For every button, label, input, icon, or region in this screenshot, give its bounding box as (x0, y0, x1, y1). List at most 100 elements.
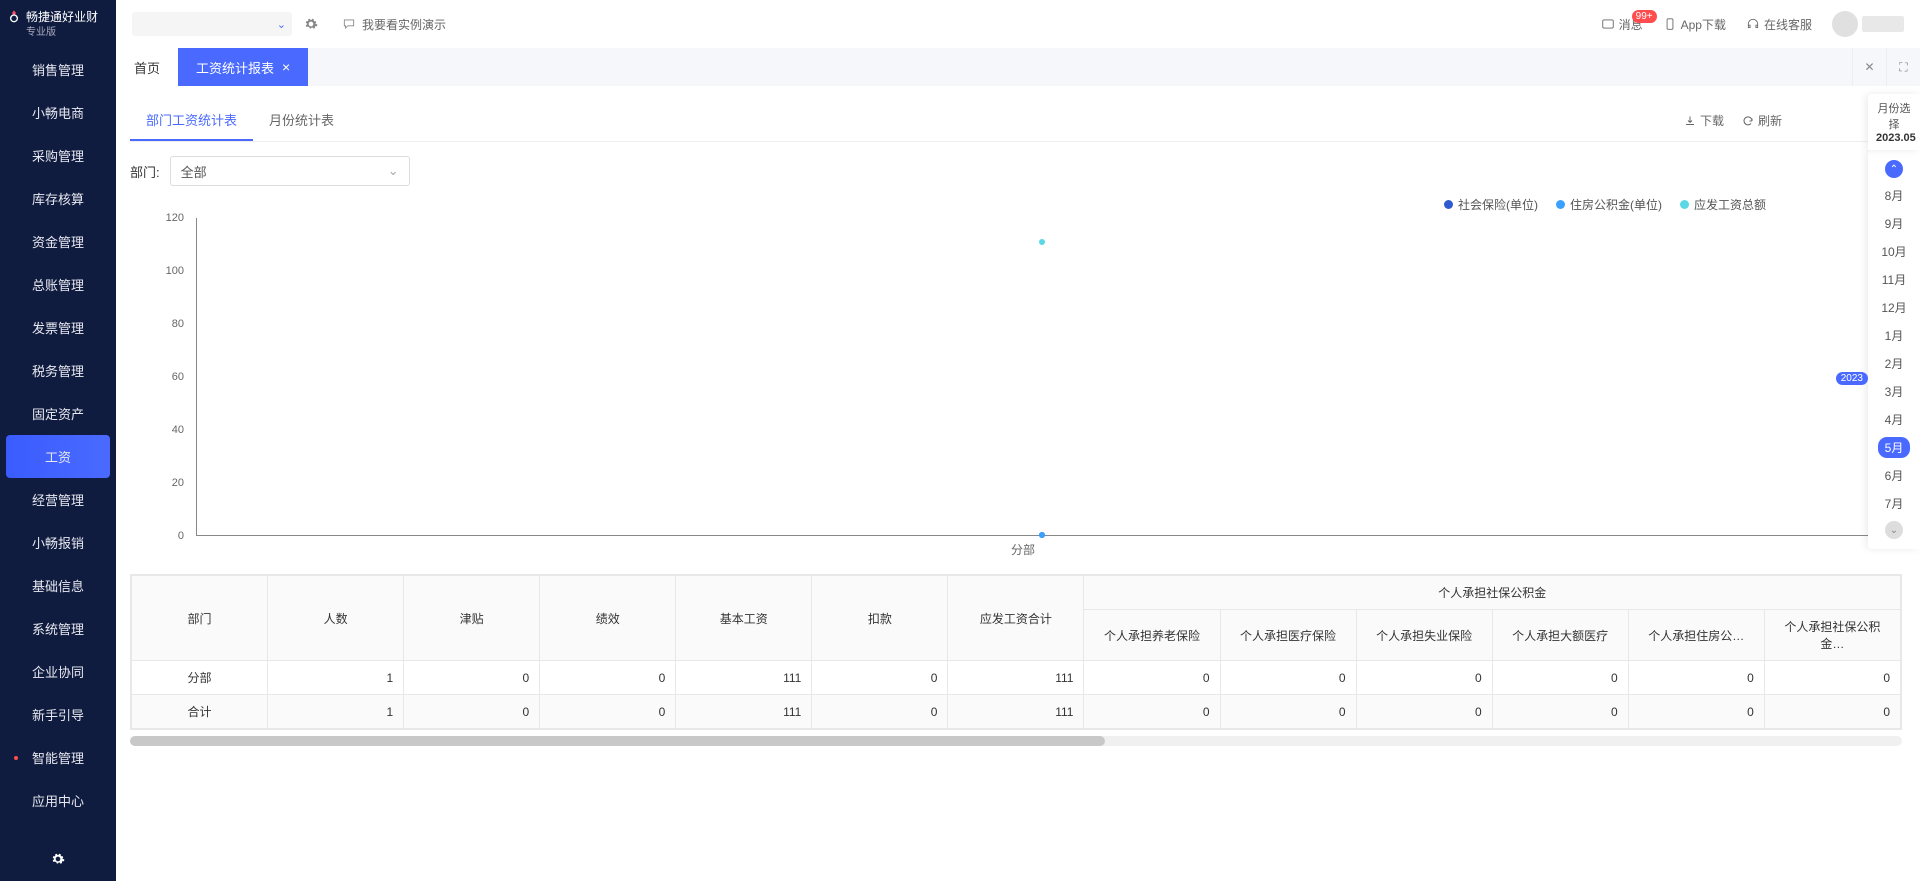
sidebar-item-17[interactable]: 应用中心 (0, 779, 116, 822)
sidebar-item-15[interactable]: 新手引导 (0, 693, 116, 736)
month-item[interactable]: 5月 (1878, 437, 1910, 458)
download-button[interactable]: 下载 (1684, 112, 1724, 129)
legend-item[interactable]: 住房公积金(单位) (1556, 196, 1662, 213)
table-cell: 0 (1492, 695, 1628, 729)
sidebar-item-11[interactable]: 小畅报销 (0, 521, 116, 564)
month-item[interactable]: 1月 (1878, 325, 1910, 346)
subtab-month[interactable]: 月份统计表 (253, 100, 350, 141)
legend-label: 住房公积金(单位) (1570, 196, 1662, 213)
table-header: 部门 (132, 576, 268, 661)
headset-icon (1746, 17, 1760, 31)
sidebar-item-label: 小畅报销 (32, 536, 84, 551)
salary-table: 部门人数津贴绩效基本工资扣款应发工资合计个人承担社保公积金个人承担养老保险个人承… (131, 575, 1901, 729)
sidebar-item-2[interactable]: 采购管理 (0, 134, 116, 177)
table-row: 分部1001110111000000 (132, 661, 1901, 695)
refresh-label: 刷新 (1758, 112, 1782, 129)
month-item[interactable]: 10月 (1878, 241, 1910, 262)
sidebar-item-10[interactable]: 经营管理 (0, 478, 116, 521)
tab-close-all[interactable]: ✕ (1852, 48, 1886, 86)
month-picker: ⌃ 8月 9月 10月 11月 12月 1月 2月 3月 4月 5月 6月 7月 ⌄ (1868, 150, 1920, 549)
table-wrap[interactable]: 部门人数津贴绩效基本工资扣款应发工资合计个人承担社保公积金个人承担养老保险个人承… (130, 574, 1902, 730)
scrollbar-thumb[interactable] (130, 736, 1105, 746)
table-cell: 0 (1764, 661, 1900, 695)
legend-item[interactable]: 社会保险(单位) (1444, 196, 1538, 213)
y-tick: 20 (156, 477, 184, 489)
app-download-button[interactable]: App下载 (1663, 16, 1726, 33)
chart-xlabel: 分部 (1011, 541, 1035, 558)
sidebar-item-6[interactable]: 发票管理 (0, 306, 116, 349)
topbar-settings[interactable] (304, 17, 318, 31)
dept-select[interactable]: 全部 ⌄ (170, 156, 410, 186)
tab-fullscreen[interactable]: ⛶ (1886, 48, 1920, 86)
subtab-dept[interactable]: 部门工资统计表 (130, 100, 253, 141)
sidebar-item-5[interactable]: 总账管理 (0, 263, 116, 306)
brand-logo-icon (6, 9, 22, 25)
table-cell: 111 (948, 661, 1084, 695)
chat-icon (342, 17, 356, 31)
sidebar-item-label: 固定资产 (32, 407, 84, 422)
tab-home[interactable]: 首页 (116, 48, 178, 86)
y-tick: 0 (156, 530, 184, 542)
table-cell: 111 (676, 661, 812, 695)
sidebar-item-3[interactable]: 库存核算 (0, 177, 116, 220)
month-item[interactable]: 8月 (1878, 185, 1910, 206)
sidebar-item-4[interactable]: 资金管理 (0, 220, 116, 263)
year-tag: 2023 (1836, 372, 1868, 385)
table-cell: 0 (1220, 661, 1356, 695)
messages-button[interactable]: 消息 99+ (1601, 16, 1643, 33)
sidebar-item-1[interactable]: 小畅电商 (0, 91, 116, 134)
dept-select-value: 全部 (181, 162, 207, 181)
sidebar-item-label: 小畅电商 (32, 106, 84, 121)
topbar: ⌄ 我要看实例演示 消息 99+ App下载 在线客服 (116, 0, 1920, 48)
month-item[interactable]: 2月 (1878, 353, 1910, 374)
message-icon (1601, 17, 1615, 31)
tab-salary-report[interactable]: 工资统计报表 × (178, 48, 308, 86)
gear-icon (51, 852, 65, 866)
table-cell: 合计 (132, 695, 268, 729)
sidebar-item-14[interactable]: 企业协同 (0, 650, 116, 693)
online-service-button[interactable]: 在线客服 (1746, 16, 1812, 33)
sidebar-item-7[interactable]: 税务管理 (0, 349, 116, 392)
page-tabs: 首页 工资统计报表 × ✕ ⛶ (116, 48, 1920, 86)
month-scroll-up[interactable]: ⌃ (1885, 160, 1903, 178)
user-menu[interactable] (1832, 11, 1904, 37)
month-item[interactable]: 6月 (1878, 465, 1910, 486)
user-name-placeholder (1862, 16, 1904, 32)
month-item[interactable]: 9月 (1878, 213, 1910, 234)
table-cell: 0 (812, 695, 948, 729)
chevron-down-icon: ⌄ (277, 18, 286, 31)
table-header: 个人承担住房公… (1628, 610, 1764, 661)
sidebar-item-16[interactable]: 智能管理 (0, 736, 116, 779)
sidebar-item-label: 智能管理 (32, 751, 84, 766)
sidebar-item-9[interactable]: 工资 (6, 435, 110, 478)
refresh-icon (1742, 115, 1754, 127)
month-item[interactable]: 11月 (1878, 269, 1910, 290)
month-item[interactable]: 12月 (1878, 297, 1910, 318)
sidebar-item-label: 基础信息 (32, 579, 84, 594)
month-scroll-down[interactable]: ⌄ (1885, 521, 1903, 539)
legend-item[interactable]: 应发工资总额 (1680, 196, 1766, 213)
content: 部门工资统计表 月份统计表 下载 刷新 部门: 全部 ⌄ 社会保险(单位)住房公… (116, 86, 1920, 881)
chart: 社会保险(单位)住房公积金(单位)应发工资总额 020406080100120 … (160, 196, 1886, 566)
horizontal-scrollbar[interactable] (130, 736, 1902, 746)
refresh-button[interactable]: 刷新 (1742, 112, 1782, 129)
company-selector[interactable]: ⌄ (132, 12, 292, 36)
sidebar-item-12[interactable]: 基础信息 (0, 564, 116, 607)
sidebar-item-0[interactable]: 销售管理 (0, 48, 116, 91)
download-label: 下载 (1700, 112, 1724, 129)
table-row: 合计1001110111000000 (132, 695, 1901, 729)
legend-label: 社会保险(单位) (1458, 196, 1538, 213)
table-header: 应发工资合计 (948, 576, 1084, 661)
close-icon[interactable]: × (282, 59, 290, 75)
sidebar-settings[interactable] (0, 840, 116, 881)
month-item[interactable]: 7月 (1878, 493, 1910, 514)
month-item[interactable]: 4月 (1878, 409, 1910, 430)
sidebar-item-label: 系统管理 (32, 622, 84, 637)
table-header: 个人承担养老保险 (1084, 610, 1220, 661)
sidebar-item-8[interactable]: 固定资产 (0, 392, 116, 435)
demo-link[interactable]: 我要看实例演示 (342, 16, 446, 33)
month-item[interactable]: 3月 (1878, 381, 1910, 402)
sidebar-item-13[interactable]: 系统管理 (0, 607, 116, 650)
legend-dot-icon (1444, 200, 1453, 209)
sidebar-item-label: 税务管理 (32, 364, 84, 379)
